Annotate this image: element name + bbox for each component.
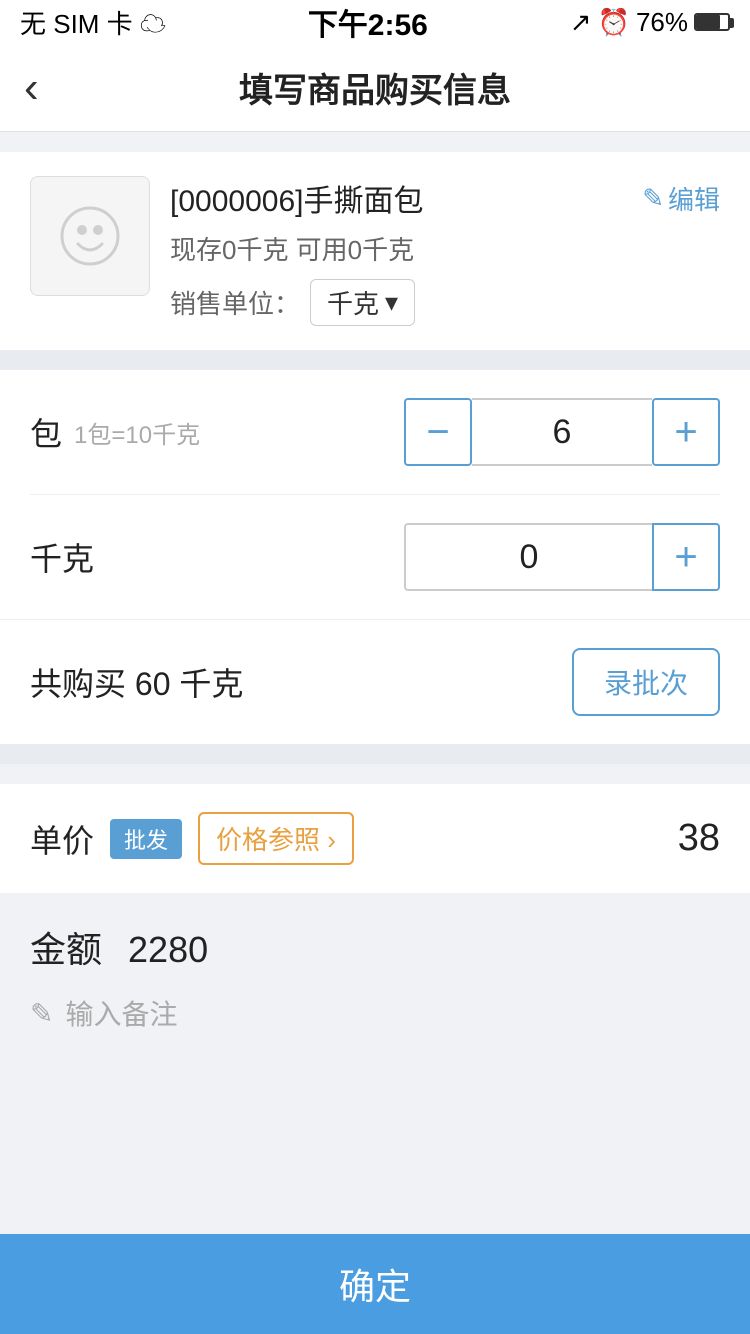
price-ref-button[interactable]: 价格参照 ›: [198, 812, 354, 865]
remark-placeholder: 输入备注: [65, 993, 177, 1033]
section-divider-2: [0, 744, 750, 764]
amount-value: 2280: [128, 929, 208, 970]
remark-row[interactable]: ✎ 输入备注: [30, 993, 720, 1033]
dropdown-icon: ▾: [385, 287, 398, 318]
product-info: [0000006]手撕面包 现存0千克 可用0千克 销售单位： 千克 ▾: [170, 176, 720, 326]
kg-qty-control: +: [404, 523, 720, 591]
nav-bar: ‹ 填写商品购买信息: [0, 44, 750, 132]
status-bar: 无 SIM 卡 ☁ 下午2:56 ↗ ⏰ 76%: [0, 0, 750, 44]
amount-row: 金额 2280: [30, 921, 720, 973]
price-value: 38: [678, 817, 720, 860]
section-divider-1: [0, 350, 750, 370]
product-stock: 现存0千克 可用0千克: [170, 230, 720, 267]
edit-icon: ✎: [642, 183, 664, 214]
unit-label: 销售单位：: [170, 284, 300, 321]
remark-icon: ✎: [30, 997, 53, 1030]
back-icon: ‹: [24, 63, 39, 113]
price-label: 单价: [30, 816, 94, 862]
package-label: 包 1包=10千克: [30, 409, 200, 455]
back-button[interactable]: ‹: [24, 63, 39, 113]
edit-button[interactable]: ✎ 编辑: [642, 180, 720, 217]
kg-input-row: 千克 +: [30, 495, 720, 619]
price-tag: 批发: [110, 819, 182, 859]
package-minus-btn[interactable]: −: [404, 398, 472, 466]
kg-qty-input[interactable]: [404, 523, 652, 591]
alarm-icon: ⏰: [598, 7, 630, 38]
page-title: 填写商品购买信息: [239, 63, 511, 112]
battery-level: 76%: [636, 7, 688, 38]
kg-plus-btn[interactable]: +: [652, 523, 720, 591]
package-qty-input[interactable]: [472, 398, 652, 466]
amount-section: 金额 2280 ✎ 输入备注: [0, 893, 750, 1053]
kg-label: 千克: [30, 534, 94, 580]
sim-status: 无 SIM 卡 ☁: [20, 4, 166, 41]
package-input-row: 包 1包=10千克 − +: [30, 370, 720, 495]
status-time: 下午2:56: [308, 0, 428, 44]
batch-button[interactable]: 录批次: [572, 648, 720, 716]
price-row: 单价 批发 价格参照 › 38: [30, 812, 720, 865]
total-text: 共购买 60 千克: [30, 659, 243, 705]
product-name: [0000006]手撕面包: [170, 176, 720, 220]
confirm-button[interactable]: 确定: [0, 1234, 750, 1334]
product-unit-row: 销售单位： 千克 ▾: [170, 279, 720, 326]
battery-icon: [694, 13, 730, 31]
input-section: 包 1包=10千克 − + 千克 +: [0, 370, 750, 619]
amount-label: 金额: [30, 929, 102, 970]
package-qty-control: − +: [404, 398, 720, 466]
product-image: [30, 176, 150, 296]
product-card: [0000006]手撕面包 现存0千克 可用0千克 销售单位： 千克 ▾ ✎ 编…: [0, 152, 750, 350]
edit-label: 编辑: [668, 180, 720, 217]
total-row: 共购买 60 千克 录批次: [0, 619, 750, 744]
status-right: ↗ ⏰ 76%: [570, 7, 730, 38]
price-section: 单价 批发 价格参照 › 38: [0, 784, 750, 893]
package-plus-btn[interactable]: +: [652, 398, 720, 466]
unit-select[interactable]: 千克 ▾: [310, 279, 415, 326]
package-hint: 1包=10千克: [74, 415, 200, 450]
location-icon: ↗: [570, 7, 592, 38]
status-left: 无 SIM 卡 ☁: [20, 4, 166, 41]
